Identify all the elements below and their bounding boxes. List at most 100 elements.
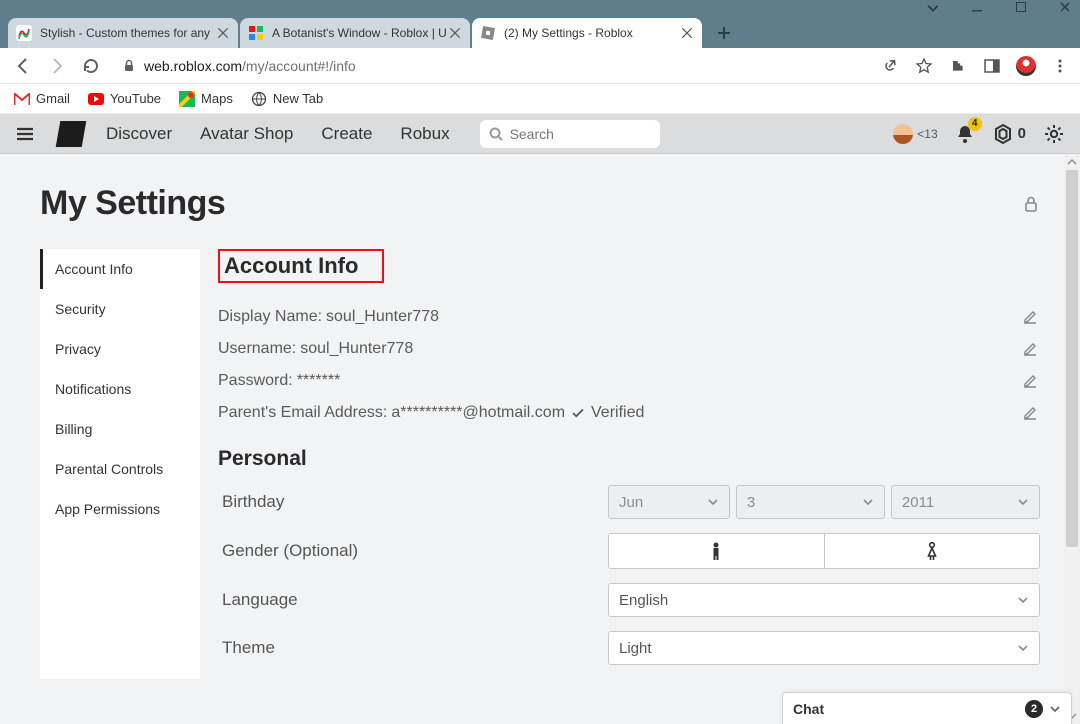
edit-display-name-button[interactable]	[1020, 307, 1040, 327]
maps-icon	[179, 91, 195, 107]
chevron-down-icon	[1017, 642, 1029, 654]
female-icon	[925, 541, 939, 561]
tab-close-icon[interactable]	[216, 26, 230, 40]
favicon-roblox-icon	[248, 25, 264, 41]
sidebar-item-app-permissions[interactable]: App Permissions	[40, 489, 200, 529]
reload-button[interactable]	[78, 53, 104, 79]
nav-discover[interactable]: Discover	[106, 124, 172, 144]
theme-select[interactable]: Light	[608, 631, 1040, 665]
notifications-button[interactable]: 4	[954, 123, 976, 145]
scrollbar-thumb[interactable]	[1066, 170, 1078, 547]
gmail-icon	[14, 91, 30, 107]
forward-button[interactable]	[44, 53, 70, 79]
scroll-up-icon[interactable]	[1064, 154, 1080, 170]
chat-bar[interactable]: Chat 2	[782, 692, 1072, 724]
row-language: Language English	[218, 583, 1040, 617]
birthday-label: Birthday	[218, 492, 608, 512]
edit-email-button[interactable]	[1020, 403, 1040, 423]
notif-badge: 4	[968, 117, 982, 131]
highlight-annotation: Account Info	[218, 249, 384, 283]
bookmark-star-icon[interactable]	[914, 56, 934, 76]
birthday-year-select[interactable]: 2011	[891, 485, 1040, 519]
row-email: Parent's Email Address: a**********@hotm…	[218, 403, 1040, 423]
search-icon	[488, 126, 504, 142]
select-value: 3	[747, 494, 755, 511]
extensions-icon[interactable]	[948, 56, 968, 76]
window-minimize-icon[interactable]	[970, 0, 984, 14]
edit-password-button[interactable]	[1020, 371, 1040, 391]
age-indicator[interactable]: <13	[893, 124, 937, 144]
row-password: Password: *******	[218, 371, 1040, 391]
bookmark-maps[interactable]: Maps	[179, 91, 233, 107]
chat-toggle-icon[interactable]	[1049, 703, 1061, 715]
row-username: Username: soul_Hunter778	[218, 339, 1040, 359]
sidebar-item-account-info[interactable]: Account Info	[40, 249, 200, 289]
settings-gear-icon[interactable]	[1042, 122, 1066, 146]
birthday-day-select[interactable]: 3	[736, 485, 885, 519]
menu-icon[interactable]	[1050, 56, 1070, 76]
chat-count-badge: 2	[1025, 700, 1043, 718]
row-theme: Theme Light	[218, 631, 1040, 665]
roblox-logo-icon[interactable]	[56, 121, 87, 147]
url-field[interactable]: web.roblox.com/my/account#!/info	[112, 58, 872, 74]
tab-title: A Botanist's Window - Roblox | U	[272, 26, 448, 40]
nav-avatar-shop[interactable]: Avatar Shop	[200, 124, 293, 144]
checkmark-icon	[571, 406, 585, 420]
birthday-month-select[interactable]: Jun	[608, 485, 730, 519]
roblox-nav: Discover Avatar Shop Create Robux	[106, 124, 450, 144]
sidebar-item-parental-controls[interactable]: Parental Controls	[40, 449, 200, 489]
browser-address-bar: web.roblox.com/my/account#!/info	[0, 48, 1080, 84]
back-button[interactable]	[10, 53, 36, 79]
bookmark-label: New Tab	[273, 91, 323, 106]
chevron-down-icon	[1017, 594, 1029, 606]
search-input[interactable]	[510, 126, 652, 142]
window-min-icon[interactable]	[926, 0, 940, 14]
select-value: Light	[619, 640, 652, 657]
favicon-roblox-settings-icon	[480, 25, 496, 41]
row-display-name: Display Name: soul_Hunter778	[218, 307, 1040, 327]
sidebar-item-billing[interactable]: Billing	[40, 409, 200, 449]
tab-title: (2) My Settings - Roblox	[504, 26, 680, 40]
nav-create[interactable]: Create	[321, 124, 372, 144]
page-title: My Settings	[40, 184, 225, 223]
male-icon	[709, 541, 723, 561]
page-scroll-area: My Settings Account Info Security Privac…	[0, 154, 1080, 724]
bookmark-gmail[interactable]: Gmail	[14, 91, 70, 107]
window-maximize-icon[interactable]	[1014, 0, 1028, 14]
bookmark-youtube[interactable]: YouTube	[88, 91, 161, 107]
hamburger-icon[interactable]	[14, 123, 36, 145]
scrollbar[interactable]	[1064, 154, 1080, 724]
language-label: Language	[218, 590, 608, 610]
gender-male-button[interactable]	[609, 534, 824, 568]
profile-avatar-icon[interactable]	[1016, 56, 1036, 76]
sidebar-item-notifications[interactable]: Notifications	[40, 369, 200, 409]
nav-robux[interactable]: Robux	[400, 124, 449, 144]
robux-balance[interactable]: 0	[992, 123, 1026, 145]
roblox-search[interactable]	[480, 120, 660, 148]
password-value: *******	[297, 372, 341, 390]
settings-sidebar: Account Info Security Privacy Notificati…	[40, 249, 200, 679]
email-label: Parent's Email Address:	[218, 404, 387, 422]
chevron-down-icon	[707, 496, 719, 508]
language-select[interactable]: English	[608, 583, 1040, 617]
tab-close-icon[interactable]	[680, 26, 694, 40]
tab-botanist[interactable]: A Botanist's Window - Roblox | U	[240, 18, 470, 48]
tab-settings[interactable]: (2) My Settings - Roblox	[472, 18, 702, 48]
sidebar-item-privacy[interactable]: Privacy	[40, 329, 200, 369]
gender-female-button[interactable]	[824, 534, 1040, 568]
share-icon[interactable]	[880, 56, 900, 76]
new-tab-button[interactable]	[710, 19, 738, 47]
sidebar-item-security[interactable]: Security	[40, 289, 200, 329]
url-path: /my/account#!/info	[242, 58, 356, 74]
window-close-icon[interactable]	[1058, 0, 1072, 14]
select-value: Jun	[619, 494, 643, 511]
tab-stylish[interactable]: Stylish - Custom themes for any	[8, 18, 238, 48]
bookmark-newtab[interactable]: New Tab	[251, 91, 323, 107]
title-lock-icon[interactable]	[1022, 195, 1040, 213]
panel-icon[interactable]	[982, 56, 1002, 76]
tab-close-icon[interactable]	[448, 26, 462, 40]
display-name-value: soul_Hunter778	[326, 308, 439, 326]
edit-username-button[interactable]	[1020, 339, 1040, 359]
username-label: Username:	[218, 340, 296, 358]
select-value: English	[619, 592, 668, 609]
